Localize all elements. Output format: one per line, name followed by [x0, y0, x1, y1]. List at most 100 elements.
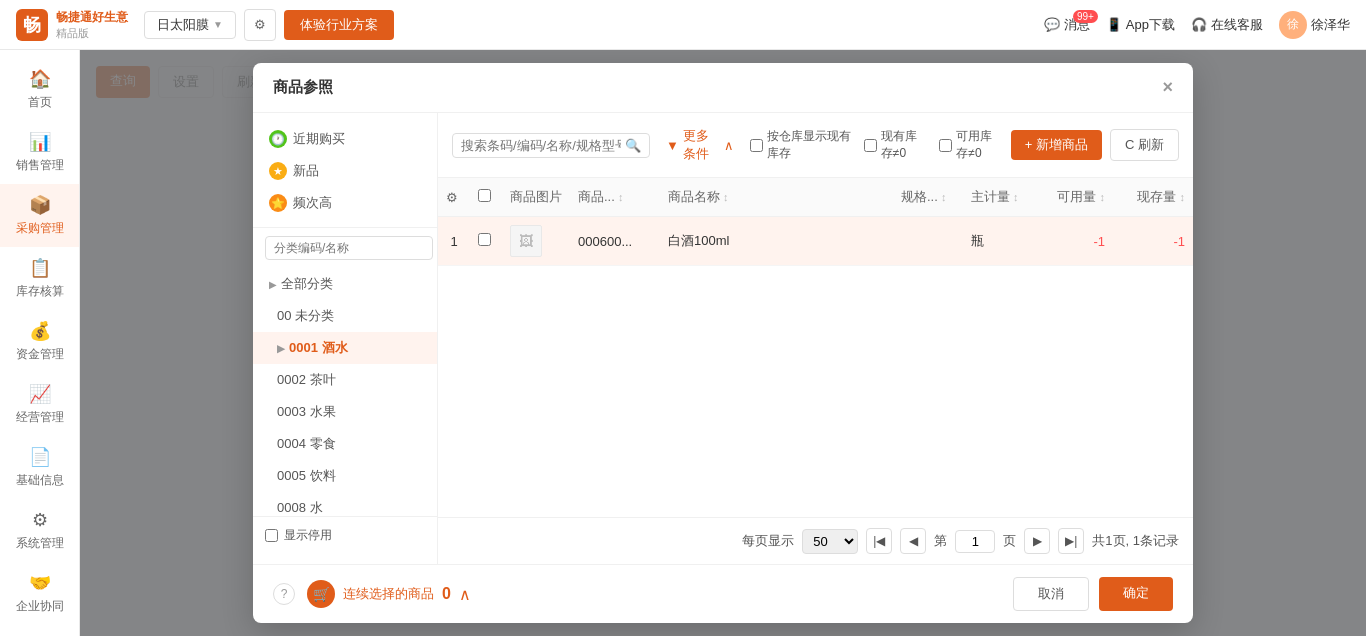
logo-line1: 畅捷通好生意: [56, 9, 128, 26]
col-image: 商品图片: [502, 178, 570, 217]
category-item-all[interactable]: ▶ 全部分类: [253, 268, 437, 300]
sidebar-item-inventory[interactable]: 📋 库存核算: [0, 247, 79, 310]
usable-not-zero-label[interactable]: 可用库存≠0: [939, 128, 1002, 162]
sidebar-item-enterprise[interactable]: 🤝 企业协同: [0, 562, 79, 625]
col-code[interactable]: 商品...: [570, 178, 660, 217]
show-disabled-checkbox[interactable]: [265, 529, 278, 542]
logo-icon: 畅: [16, 9, 48, 41]
sidebar-item-basic-info[interactable]: 📄 基础信息: [0, 436, 79, 499]
col-checkbox[interactable]: [470, 178, 502, 217]
usable-not-zero-checkbox[interactable]: [939, 139, 952, 152]
footer-actions: 取消 确定: [1013, 577, 1173, 611]
store-selector[interactable]: 日太阳膜 ▼: [144, 11, 236, 39]
prev-page-button[interactable]: ◀: [900, 528, 926, 554]
settings-button[interactable]: ⚙: [244, 9, 276, 41]
product-search-icon[interactable]: 🔍: [625, 138, 641, 153]
col-available[interactable]: 可用量: [1033, 178, 1113, 217]
tea-label: 0002 茶叶: [277, 371, 336, 389]
category-item-snacks[interactable]: 0004 零食: [253, 428, 437, 460]
category-search-input[interactable]: [265, 236, 433, 260]
row-name: 白酒100ml: [660, 217, 893, 266]
by-warehouse-checkbox-label[interactable]: 按仓库显示现有库存: [750, 128, 851, 162]
cart-section[interactable]: 🛒 连续选择的商品 0 ∧: [307, 580, 471, 608]
experience-button[interactable]: 体验行业方案: [284, 10, 394, 40]
store-name: 日太阳膜: [157, 16, 209, 34]
category-item-drinks[interactable]: 0005 饮料: [253, 460, 437, 492]
sidebar-item-system[interactable]: ⚙ 系统管理: [0, 499, 79, 562]
right-panel: 🔍 ▼ 更多条件 ∧ 按仓库显示现有库存: [438, 113, 1193, 564]
refresh-button[interactable]: C 刷新: [1110, 129, 1179, 161]
sidebar-label-sales: 销售管理: [16, 157, 64, 174]
sidebar-item-sales[interactable]: 📊 销售管理: [0, 121, 79, 184]
row-index: 1: [438, 217, 470, 266]
product-table-area: ⚙ 商品图片 商品... 商品名称 规格... 主计量 可用量 现存量: [438, 178, 1193, 517]
quick-item-recent[interactable]: 🕐 近期购买: [253, 123, 437, 155]
col-settings[interactable]: ⚙: [438, 178, 470, 217]
category-item-liquor[interactable]: ▶ 0001 酒水: [253, 332, 437, 364]
first-page-button[interactable]: |◀: [866, 528, 892, 554]
table-header: ⚙ 商品图片 商品... 商品名称 规格... 主计量 可用量 现存量: [438, 178, 1193, 217]
row-checkbox-cell[interactable]: [470, 217, 502, 266]
toolbar: 🔍 ▼ 更多条件 ∧ 按仓库显示现有库存: [438, 113, 1193, 178]
row-checkbox[interactable]: [478, 233, 491, 246]
quick-item-freq[interactable]: ⭐ 频次高: [253, 187, 437, 219]
app-download-item[interactable]: 📱 App下载: [1106, 16, 1175, 34]
next-page-button[interactable]: ▶: [1024, 528, 1050, 554]
left-panel: 🕐 近期购买 ★ 新品 ⭐ 频次高: [253, 113, 438, 564]
cancel-button[interactable]: 取消: [1013, 577, 1089, 611]
basic-info-icon: 📄: [29, 446, 51, 468]
avatar: 徐: [1279, 11, 1307, 39]
col-unit[interactable]: 主计量: [963, 178, 1033, 217]
service-item[interactable]: 🎧 在线客服: [1191, 16, 1263, 34]
col-name[interactable]: 商品名称: [660, 178, 893, 217]
category-item-uncategorized[interactable]: 00 未分类: [253, 300, 437, 332]
user-profile[interactable]: 徐 徐泽华: [1279, 11, 1350, 39]
select-all-checkbox[interactable]: [478, 189, 491, 202]
category-item-tea[interactable]: 0002 茶叶: [253, 364, 437, 396]
modal-footer: ? 🛒 连续选择的商品 0 ∧ 取消 确定: [253, 564, 1193, 623]
sidebar-label-home: 首页: [28, 94, 52, 111]
modal-close-button[interactable]: ×: [1162, 77, 1173, 98]
category-item-water[interactable]: 0008 水: [253, 492, 437, 516]
category-item-fruit[interactable]: 0003 水果: [253, 396, 437, 428]
sidebar-item-home[interactable]: 🏠 首页: [0, 58, 79, 121]
row-code: 000600...: [570, 217, 660, 266]
per-page-select[interactable]: 50 100 200: [802, 529, 858, 554]
col-spec[interactable]: 规格...: [893, 178, 963, 217]
by-warehouse-checkbox[interactable]: [750, 139, 763, 152]
product-reference-modal: 商品参照 × 🕐 近期购买: [253, 63, 1193, 623]
last-page-button[interactable]: ▶|: [1058, 528, 1084, 554]
row-image-cell: 🖼: [502, 217, 570, 266]
app-label: App下载: [1126, 16, 1175, 34]
confirm-button[interactable]: 确定: [1099, 577, 1173, 611]
top-navigation: 畅 畅捷通好生意 精品版 日太阳膜 ▼ ⚙ 体验行业方案 💬 消息 99+ 📱 …: [0, 0, 1366, 50]
help-button[interactable]: ?: [273, 583, 295, 605]
page-number-input[interactable]: [955, 530, 995, 553]
sidebar-item-operations[interactable]: 📈 经营管理: [0, 373, 79, 436]
available-not-zero-checkbox[interactable]: [864, 139, 877, 152]
app-icon: 📱: [1106, 17, 1122, 32]
sidebar-item-purchase[interactable]: 📦 采购管理: [0, 184, 79, 247]
product-table: ⚙ 商品图片 商品... 商品名称 规格... 主计量 可用量 现存量: [438, 178, 1193, 266]
messages-nav-item[interactable]: 💬 消息 99+: [1044, 16, 1090, 34]
col-stock[interactable]: 现存量: [1113, 178, 1193, 217]
filter-button[interactable]: ▼ 更多条件 ∧: [658, 123, 742, 167]
product-thumbnail: 🖼: [510, 225, 542, 257]
messages-badge: 99+: [1073, 10, 1098, 23]
all-categories-arrow: ▶: [269, 279, 277, 290]
table-row[interactable]: 1 🖼 000600... 白酒100ml 瓶: [438, 217, 1193, 266]
product-search-input[interactable]: [461, 138, 621, 153]
sidebar-item-guide[interactable]: 🎯 新手引导: [0, 625, 79, 636]
filter-arrow: ∧: [724, 138, 734, 153]
filter-label: 更多条件: [683, 127, 721, 163]
purchase-icon: 📦: [29, 194, 51, 216]
available-not-zero-label[interactable]: 现有库存≠0: [864, 128, 927, 162]
sidebar-item-finance[interactable]: 💰 资金管理: [0, 310, 79, 373]
show-disabled-label: 显示停用: [284, 527, 332, 544]
home-icon: 🏠: [29, 68, 51, 90]
quick-item-new[interactable]: ★ 新品: [253, 155, 437, 187]
recent-label: 近期购买: [293, 130, 345, 148]
add-product-button[interactable]: + 新增商品: [1011, 130, 1102, 160]
cart-collapse-button[interactable]: ∧: [459, 585, 471, 604]
service-icon: 🎧: [1191, 17, 1207, 32]
